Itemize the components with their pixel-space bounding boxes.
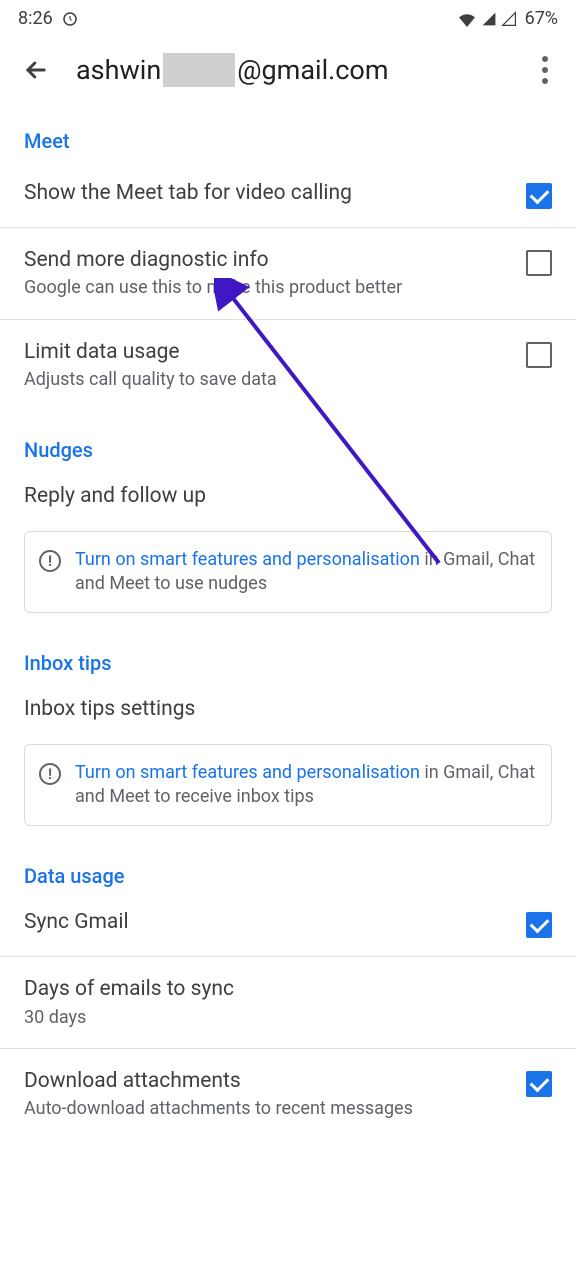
row-download-attachments[interactable]: Download attachments Auto-download attac… <box>0 1049 576 1140</box>
row-limit-data[interactable]: Limit data usage Adjusts call quality to… <box>0 320 576 411</box>
row-title: Reply and follow up <box>24 482 552 510</box>
row-inbox-tips-settings[interactable]: Inbox tips settings <box>0 683 576 733</box>
info-box-inbox-tips[interactable]: ! Turn on smart features and personalisa… <box>24 744 552 827</box>
info-box-nudges[interactable]: ! Turn on smart features and personalisa… <box>24 531 552 614</box>
row-title: Sync Gmail <box>24 908 510 936</box>
section-data-usage: Data usage <box>0 836 576 896</box>
wifi-icon <box>457 11 477 27</box>
status-time: 8:26 <box>18 8 53 29</box>
info-text: Turn on smart features and personalisati… <box>75 548 537 597</box>
info-text: Turn on smart features and personalisati… <box>75 761 537 810</box>
row-title: Download attachments <box>24 1067 510 1095</box>
row-subtitle: Auto-download attachments to recent mess… <box>24 1097 510 1121</box>
row-show-meet-tab[interactable]: Show the Meet tab for video calling <box>0 161 576 227</box>
row-title: Inbox tips settings <box>24 695 552 723</box>
row-title: Send more diagnostic info <box>24 246 510 274</box>
app-header: ashwin@gmail.com <box>0 33 576 117</box>
row-subtitle: Adjusts call quality to save data <box>24 368 510 392</box>
more-menu-icon[interactable] <box>536 56 554 84</box>
status-bar: 8:26 67% <box>0 0 576 33</box>
row-reply-followup[interactable]: Reply and follow up <box>0 470 576 520</box>
row-subtitle: 30 days <box>24 1006 552 1030</box>
row-title: Show the Meet tab for video calling <box>24 179 510 207</box>
redacted-block <box>163 53 235 87</box>
row-diagnostic[interactable]: Send more diagnostic info Google can use… <box>0 228 576 319</box>
section-meet: Meet <box>0 117 576 161</box>
page-title: ashwin@gmail.com <box>76 53 510 87</box>
signal-empty-icon <box>501 11 517 27</box>
row-title: Days of emails to sync <box>24 975 552 1003</box>
alert-circle-icon: ! <box>39 763 61 785</box>
section-inbox-tips: Inbox tips <box>0 623 576 683</box>
alert-circle-icon: ! <box>39 550 61 572</box>
checkbox-show-meet-tab[interactable] <box>526 183 552 209</box>
checkbox-download-attachments[interactable] <box>526 1071 552 1097</box>
battery-percent: 67% <box>525 8 558 29</box>
checkbox-limit-data[interactable] <box>526 342 552 368</box>
rotate-lock-icon <box>61 10 79 28</box>
checkbox-diagnostic[interactable] <box>526 250 552 276</box>
row-title: Limit data usage <box>24 338 510 366</box>
back-arrow-icon[interactable] <box>22 56 50 84</box>
row-sync-gmail[interactable]: Sync Gmail <box>0 896 576 956</box>
row-days-sync[interactable]: Days of emails to sync 30 days <box>0 957 576 1048</box>
signal-icon <box>481 11 497 27</box>
row-subtitle: Google can use this to make this product… <box>24 276 510 300</box>
checkbox-sync-gmail[interactable] <box>526 912 552 938</box>
section-nudges: Nudges <box>0 410 576 470</box>
